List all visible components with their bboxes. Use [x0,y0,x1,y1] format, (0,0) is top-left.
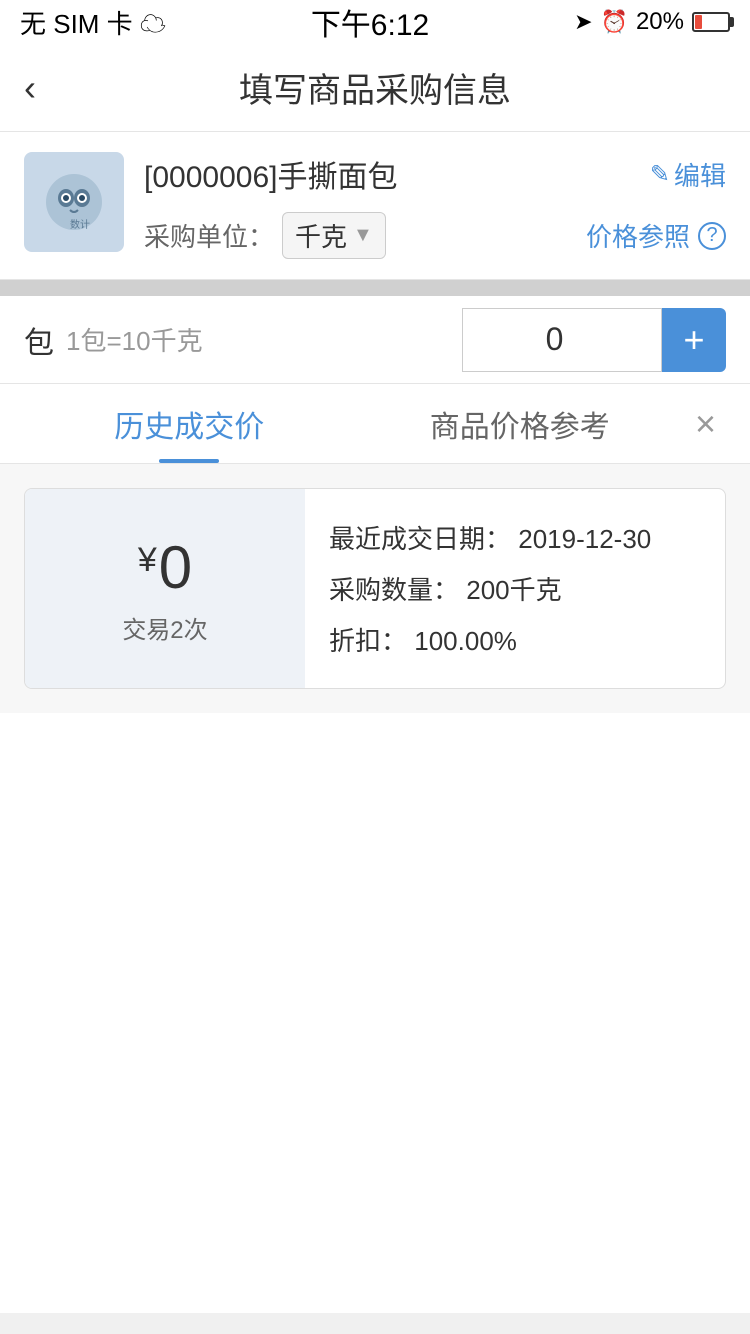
price-reference-button[interactable]: 价格参照 ? [586,217,726,254]
content-area: 数计 [0000006]手撕面包 ✎ 编辑 采购单位： 千克 ▼ [0,132,750,1313]
edit-button[interactable]: ✎ 编辑 [650,156,726,193]
product-info-section: 数计 [0000006]手撕面包 ✎ 编辑 采购单位： 千克 ▼ [0,132,750,280]
purchase-unit-label: 采购单位： [144,217,274,254]
recent-date-row: 最近成交日期： 2019-12-30 [329,519,701,556]
section-divider [0,280,750,296]
status-left: 无 SIM 卡 ☁ [20,4,166,41]
price-card: ¥ 0 交易2次 最近成交日期： 2019-12-30 采购数量： 200千克 … [24,488,726,689]
quantity-plus-button[interactable]: + [662,308,726,372]
status-time: 下午6:12 [311,0,429,44]
recent-date-label: 最近成交日期： [329,524,511,554]
unit-info: 包 1包=10千克 [24,318,203,362]
unit-conversion-label: 1包=10千克 [66,321,203,358]
svg-text:数计: 数计 [70,218,90,231]
tab-bar: 历史成交价 商品价格参考 × [0,384,750,464]
price-currency-symbol: ¥ [138,541,157,580]
quantity-row: 包 1包=10千克 + [0,296,750,384]
price-amount: 0 [159,533,192,602]
purchase-qty-value: 200千克 [466,575,561,605]
purchase-qty-row: 采购数量： 200千克 [329,570,701,607]
battery-icon [692,12,730,32]
alarm-icon: ⏰ [601,9,628,35]
tab-product-price-ref[interactable]: 商品价格参考 [354,384,684,463]
price-card-section: ¥ 0 交易2次 最近成交日期： 2019-12-30 采购数量： 200千克 … [0,464,750,713]
unit-value: 千克 [295,217,347,254]
unit-select-dropdown[interactable]: 千克 ▼ [282,212,386,259]
product-logo-icon: 数计 [44,172,104,232]
price-display: ¥ 0 [138,533,192,602]
status-right: ➤ ⏰ 20% [574,8,730,36]
battery-percent: 20% [636,8,684,36]
edit-label: 编辑 [674,156,726,193]
product-thumbnail: 数计 [24,152,124,252]
price-card-left: ¥ 0 交易2次 [25,489,305,688]
quantity-input-group: + [462,308,726,372]
price-trades-count: 交易2次 [122,610,207,645]
status-bar: 无 SIM 卡 ☁ 下午6:12 ➤ ⏰ 20% [0,0,750,44]
unit-label: 包 [24,318,54,362]
discount-row: 折扣： 100.00% [329,621,701,658]
price-ref-info-icon: ? [698,222,726,250]
edit-icon: ✎ [650,160,670,189]
discount-label: 折扣： [329,626,407,656]
location-icon: ➤ [574,9,592,35]
tab-close-button[interactable]: × [685,403,726,445]
purchase-unit-row: 采购单位： 千克 ▼ 价格参照 ? [144,212,726,259]
dropdown-arrow-icon: ▼ [353,224,373,247]
product-details: [0000006]手撕面包 ✎ 编辑 采购单位： 千克 ▼ 价格参照 ? [144,152,726,259]
nav-bar: ‹ 填写商品采购信息 [0,44,750,132]
tab-product-price-ref-label: 商品价格参考 [430,402,610,446]
page-title: 填写商品采购信息 [239,63,511,112]
discount-value: 100.00% [414,626,517,656]
quantity-input[interactable] [462,308,662,372]
price-ref-label: 价格参照 [586,217,690,254]
tab-active-indicator [159,459,219,463]
tab-history-price[interactable]: 历史成交价 [24,384,354,463]
product-name: [0000006]手撕面包 [144,152,397,196]
sim-signal-text: 无 SIM 卡 ☁ [20,4,166,41]
back-button[interactable]: ‹ [24,67,36,109]
bottom-area [0,713,750,1313]
tab-history-price-label: 历史成交价 [114,402,264,446]
price-card-right: 最近成交日期： 2019-12-30 采购数量： 200千克 折扣： 100.0… [305,489,725,688]
product-name-row: [0000006]手撕面包 ✎ 编辑 [144,152,726,196]
recent-date-value: 2019-12-30 [518,524,651,554]
purchase-qty-label: 采购数量： [329,575,459,605]
